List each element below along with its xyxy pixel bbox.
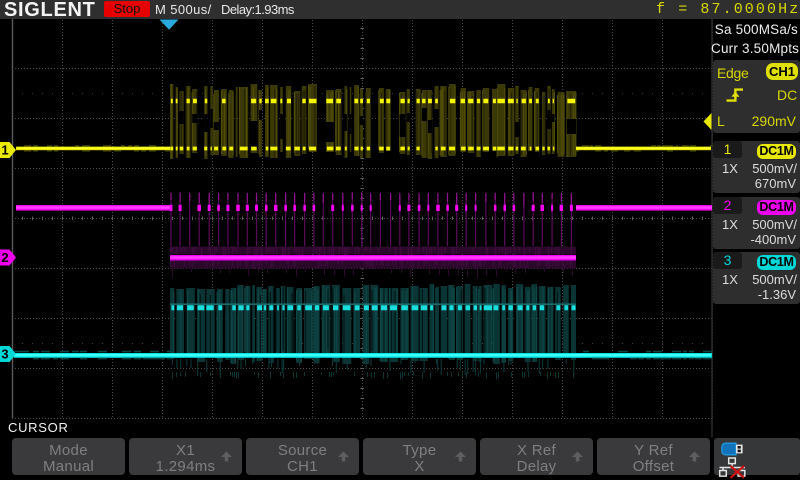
svg-text:2: 2 <box>1 250 8 265</box>
svg-text:3: 3 <box>1 347 8 362</box>
svg-text:1: 1 <box>1 143 8 158</box>
